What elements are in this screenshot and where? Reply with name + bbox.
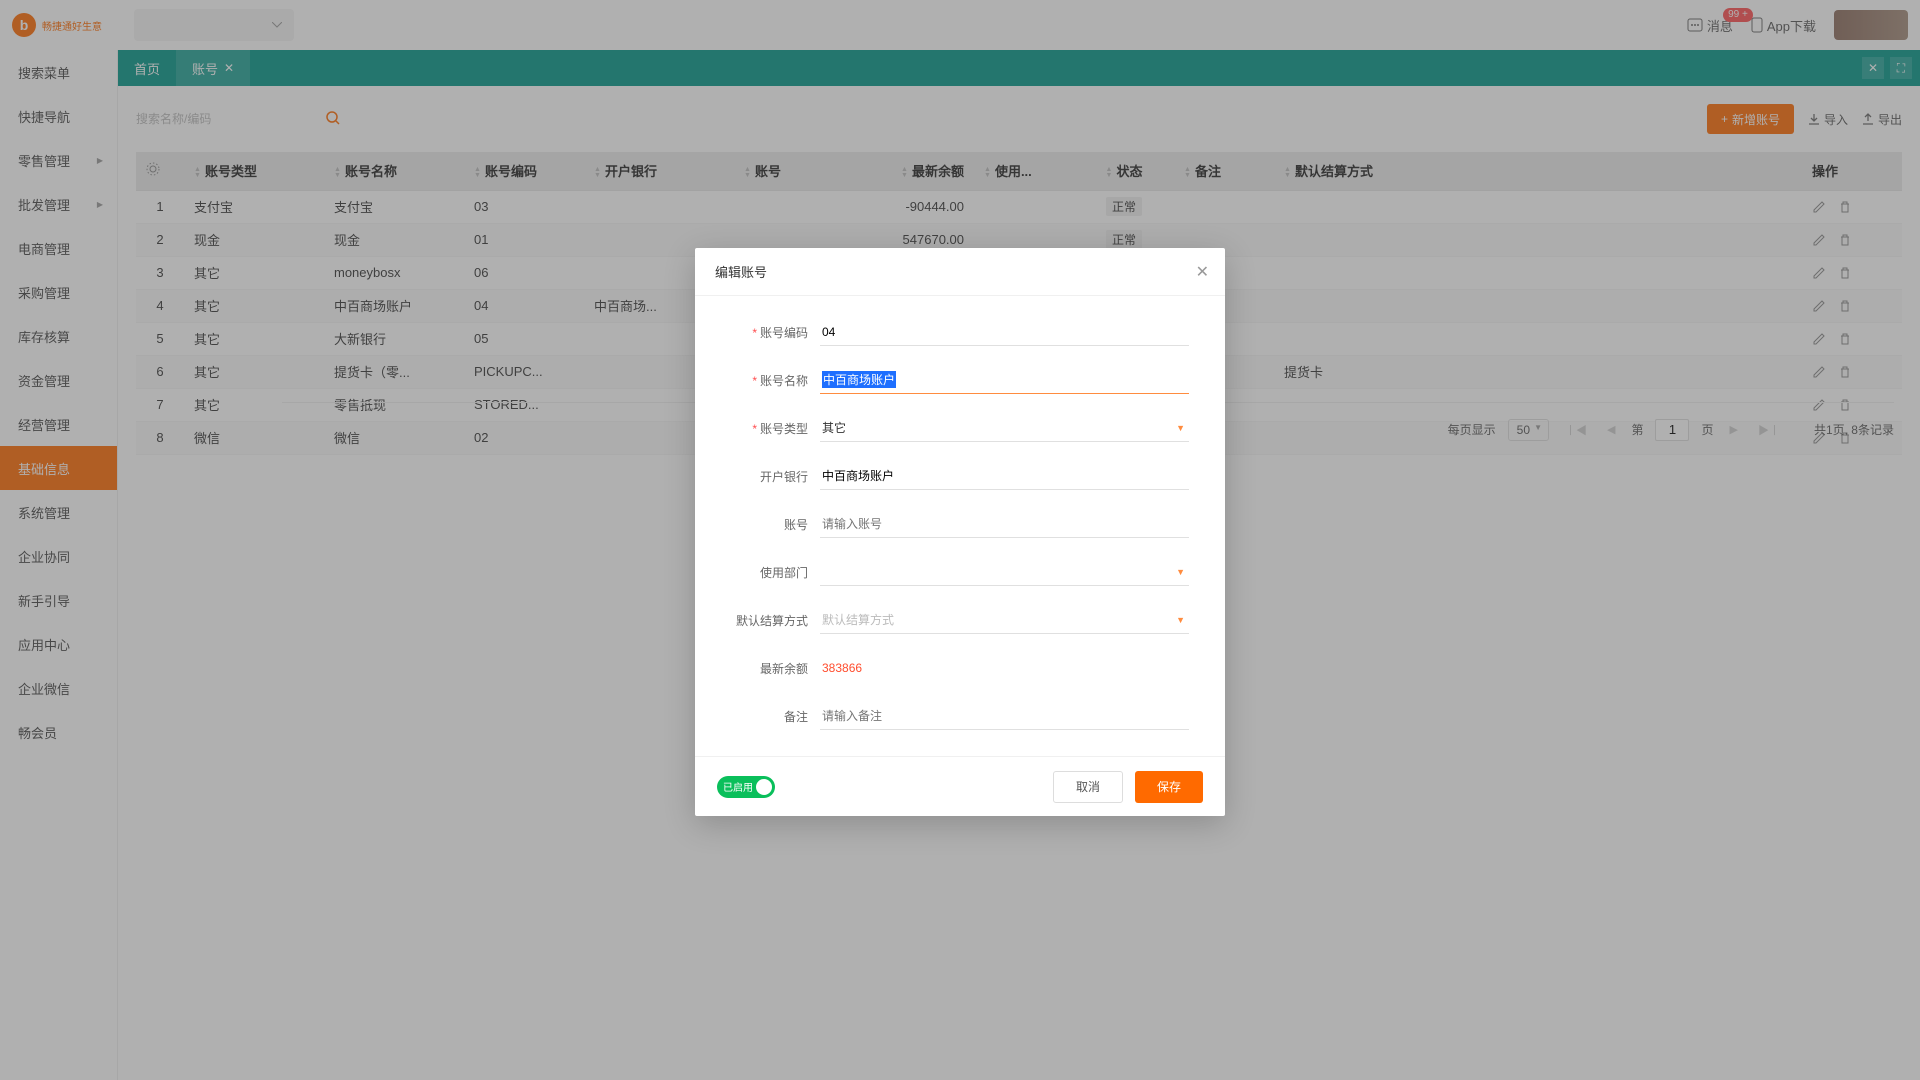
- label-name: 账号名称: [760, 374, 808, 388]
- cancel-button[interactable]: 取消: [1053, 771, 1123, 803]
- modal-footer: 已启用 取消 保存: [695, 756, 1225, 816]
- save-button[interactable]: 保存: [1135, 771, 1203, 803]
- balance-display: 383866: [820, 654, 1189, 682]
- input-acct[interactable]: [820, 510, 1189, 538]
- label-code: 账号编码: [760, 326, 808, 340]
- toggle-knob: [756, 779, 772, 795]
- chevron-down-icon: ▼: [1176, 615, 1185, 625]
- select-dept[interactable]: ▼: [820, 558, 1189, 586]
- select-settle[interactable]: 默认结算方式 ▼: [820, 606, 1189, 634]
- toggle-label: 已启用: [723, 779, 753, 794]
- label-dept: 使用部门: [760, 566, 808, 580]
- select-type[interactable]: 其它 ▼: [820, 414, 1189, 442]
- label-acct: 账号: [784, 518, 808, 532]
- label-remark: 备注: [784, 710, 808, 724]
- input-name[interactable]: 中百商场账户: [820, 366, 1189, 394]
- edit-account-modal: 编辑账号 ✕ *账号编码 *账号名称 中百商场账户 *账号类型 其它 ▼ 开户银…: [695, 248, 1225, 816]
- label-type: 账号类型: [760, 422, 808, 436]
- label-bank: 开户银行: [760, 470, 808, 484]
- chevron-down-icon: ▼: [1176, 567, 1185, 577]
- modal-header: 编辑账号 ✕: [695, 248, 1225, 296]
- modal-close-icon[interactable]: ✕: [1196, 262, 1209, 282]
- input-code[interactable]: [820, 318, 1189, 346]
- modal-body: *账号编码 *账号名称 中百商场账户 *账号类型 其它 ▼ 开户银行 账号: [695, 296, 1225, 756]
- label-balance: 最新余额: [760, 662, 808, 676]
- label-settle: 默认结算方式: [736, 614, 808, 628]
- modal-title: 编辑账号: [715, 262, 767, 281]
- input-remark[interactable]: [820, 702, 1189, 730]
- input-bank[interactable]: [820, 462, 1189, 490]
- enabled-toggle[interactable]: 已启用: [717, 776, 775, 798]
- chevron-down-icon: ▼: [1176, 423, 1185, 433]
- modal-overlay[interactable]: 编辑账号 ✕ *账号编码 *账号名称 中百商场账户 *账号类型 其它 ▼ 开户银…: [0, 0, 1920, 1080]
